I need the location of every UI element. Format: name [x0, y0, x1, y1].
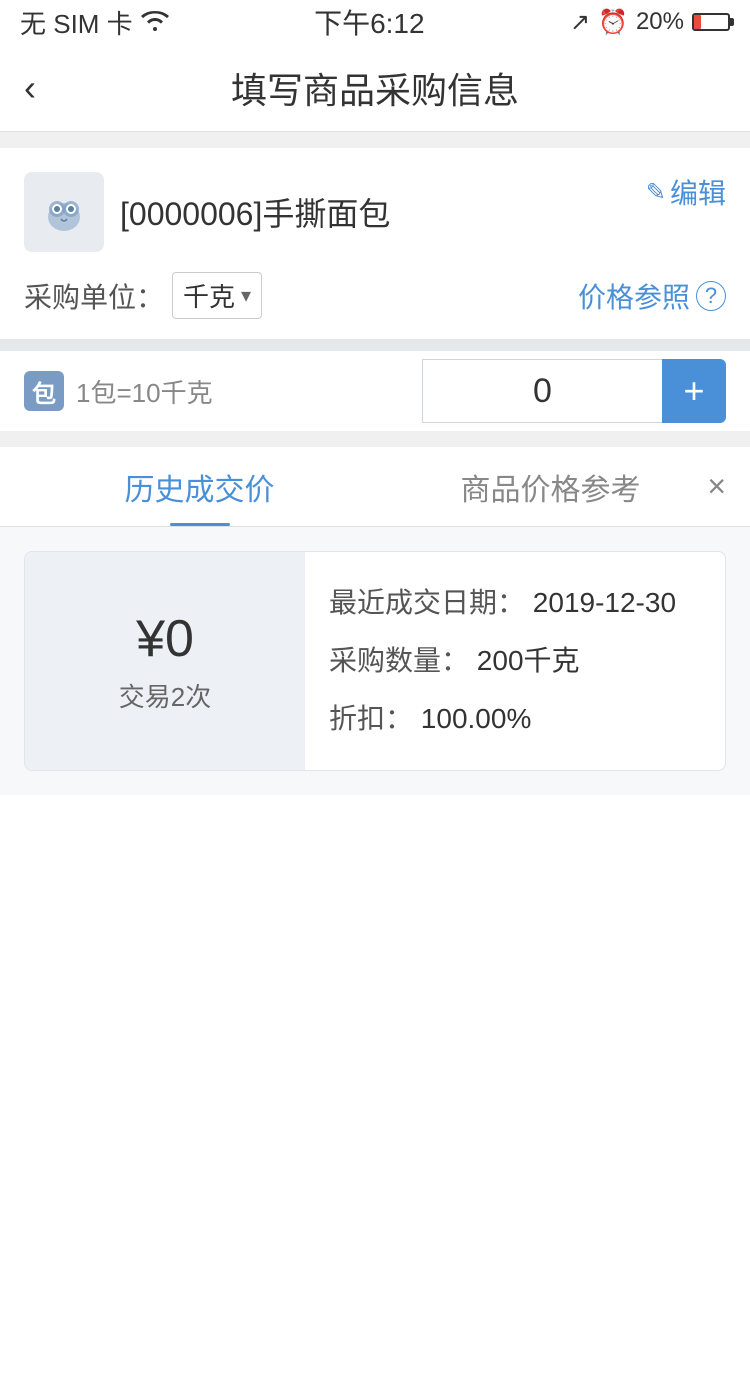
edit-icon: ✎: [646, 178, 666, 207]
recent-date-value: 2019-12-30: [533, 587, 676, 618]
edit-label: 编辑: [670, 172, 726, 212]
unit-select[interactable]: 千克 ▾: [172, 272, 262, 319]
price-amount: ¥0: [136, 609, 194, 669]
tab-active-indicator: [170, 523, 230, 526]
product-header: [0000006]手撕面包 ✎ 编辑: [24, 172, 726, 252]
discount-value: 100.00%: [421, 703, 532, 734]
status-time: 下午6:12: [314, 2, 425, 42]
battery-percent: 20%: [636, 8, 684, 36]
product-thumbnail: [24, 172, 104, 252]
chevron-down-icon: ▾: [241, 283, 251, 308]
no-sim-label: 无 SIM 卡: [20, 4, 133, 41]
product-name: [0000006]手撕面包: [120, 189, 390, 235]
bottom-area: [0, 795, 750, 1395]
price-reference-button[interactable]: 价格参照 ?: [578, 276, 726, 316]
tab-bar: 历史成交价 商品价格参考 ×: [0, 447, 750, 527]
info-icon: ?: [696, 281, 726, 311]
history-price-section: ¥0 交易2次 最近成交日期： 2019-12-30 采购数量： 200千克 折…: [0, 527, 750, 795]
page-title: 填写商品采购信息: [231, 62, 519, 114]
quantity-row: 包 1包=10千克 0 +: [0, 351, 750, 431]
recent-date-row: 最近成交日期： 2019-12-30: [329, 582, 701, 624]
tab-history-price[interactable]: 历史成交价: [24, 447, 375, 526]
product-left: [0000006]手撕面包: [24, 172, 390, 252]
status-right: ↗ ⏰ 20%: [570, 8, 730, 37]
discount-label: 折扣：: [329, 703, 413, 734]
back-button[interactable]: ‹: [24, 67, 36, 109]
recent-date-label: 最近成交日期：: [329, 587, 525, 618]
price-summary-panel: ¥0 交易2次: [25, 552, 305, 770]
close-button[interactable]: ×: [707, 468, 726, 505]
discount-row: 折扣： 100.00%: [329, 698, 701, 740]
alarm-icon: ⏰: [598, 8, 628, 37]
unit-value: 千克: [183, 277, 235, 314]
price-card: ¥0 交易2次 最近成交日期： 2019-12-30 采购数量： 200千克 折…: [24, 551, 726, 771]
purchase-qty-label: 采购数量：: [329, 645, 469, 676]
quantity-controls: 0 +: [422, 359, 726, 423]
unit-row: 采购单位： 千克 ▾: [24, 272, 262, 319]
quantity-increment-button[interactable]: +: [662, 359, 726, 423]
quantity-label: 包 1包=10千克: [24, 371, 213, 411]
tab-product-price-ref-label: 商品价格参考: [461, 465, 641, 509]
battery-icon: [692, 13, 730, 31]
product-footer: 采购单位： 千克 ▾ 价格参照 ?: [24, 272, 726, 319]
package-icon: 包: [24, 371, 64, 411]
purchase-qty-row: 采购数量： 200千克: [329, 640, 701, 682]
tab-product-price-ref[interactable]: 商品价格参考: [375, 447, 726, 526]
nav-bar: ‹ 填写商品采购信息: [0, 44, 750, 132]
conversion-text: 1包=10千克: [76, 373, 213, 410]
trade-count: 交易2次: [119, 677, 211, 714]
status-left: 无 SIM 卡: [20, 4, 169, 41]
product-card: [0000006]手撕面包 ✎ 编辑 采购单位： 千克 ▾ 价格参照 ?: [0, 148, 750, 339]
section-divider: [0, 339, 750, 351]
quantity-input[interactable]: 0: [422, 359, 662, 423]
status-bar: 无 SIM 卡 下午6:12 ↗ ⏰ 20%: [0, 0, 750, 44]
purchase-qty-value: 200千克: [477, 645, 580, 676]
tab-history-price-label: 历史成交价: [125, 465, 275, 509]
wifi-icon: [141, 7, 169, 38]
unit-label: 采购单位：: [24, 276, 164, 316]
location-icon: ↗: [570, 8, 590, 37]
price-detail-panel: 最近成交日期： 2019-12-30 采购数量： 200千克 折扣： 100.0…: [305, 552, 725, 770]
edit-button[interactable]: ✎ 编辑: [646, 172, 726, 212]
price-ref-label: 价格参照: [578, 276, 690, 316]
